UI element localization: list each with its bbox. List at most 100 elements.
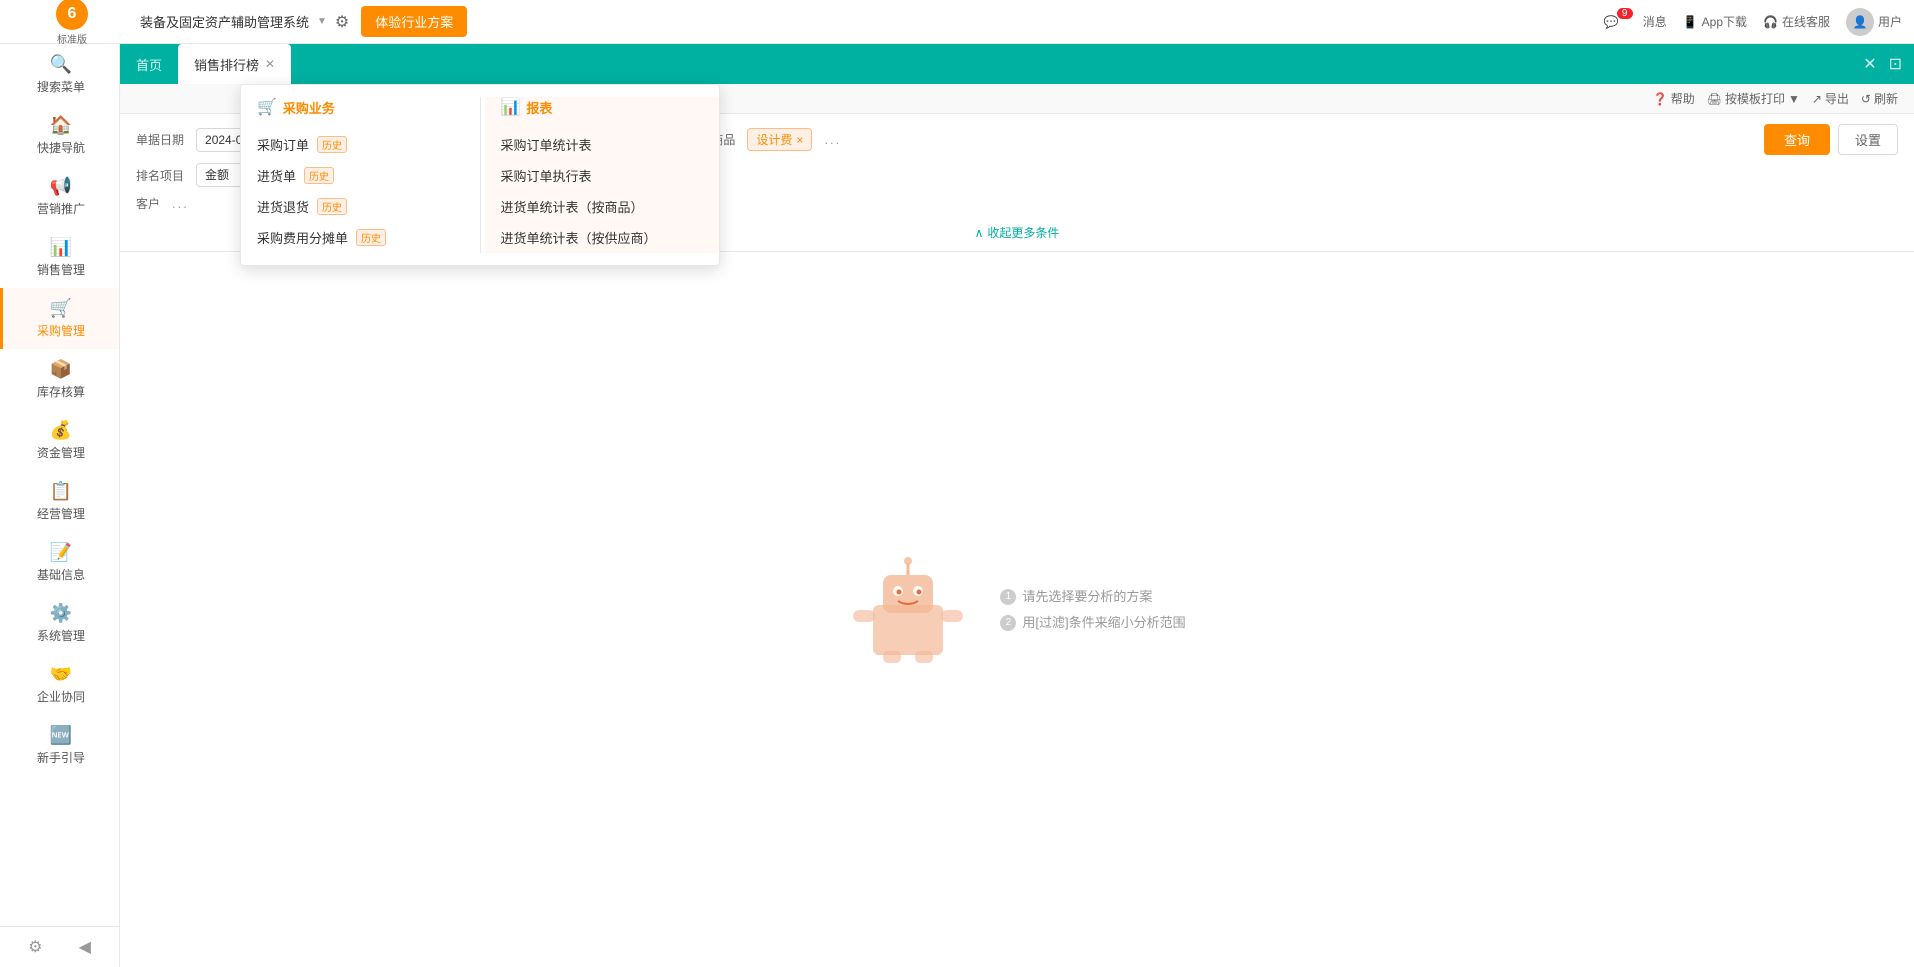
query-btn[interactable]: 查询 xyxy=(1764,124,1830,155)
sidebar-item-purchase[interactable]: 🛒 采购管理 xyxy=(0,288,119,349)
print-icon: 🖨 xyxy=(1707,92,1722,106)
print-dropdown-icon[interactable]: ▼ xyxy=(1788,92,1800,106)
empty-hints: 1 请先选择要分析的方案 2 用[过滤]条件来缩小分析范围 xyxy=(1000,584,1185,636)
sidebar-item-system[interactable]: ⚙️ 系统管理 xyxy=(0,593,119,654)
sidebar-item-label: 系统管理 xyxy=(37,627,85,644)
dropdown-item-purchase-return[interactable]: 进货退货 历史 xyxy=(257,191,460,222)
purchase-title-icon: 🛒 xyxy=(257,97,277,117)
logo-text: 标准版 xyxy=(57,31,87,46)
export-icon: ↗ xyxy=(1812,92,1822,106)
hint-item-2: 2 用[过滤]条件来缩小分析范围 xyxy=(1000,610,1185,636)
online-service-action[interactable]: 🎧 在线客服 xyxy=(1763,13,1830,30)
note-icon: 📝 xyxy=(50,542,72,563)
dropdown-item-purchase-order-exec[interactable]: 采购订单执行表 xyxy=(501,160,704,191)
user-label: 用户 xyxy=(1878,13,1902,30)
hint-item-1: 1 请先选择要分析的方案 xyxy=(1000,584,1185,610)
search-icon: 🔍 xyxy=(50,54,72,75)
sidebar-item-label: 资金管理 xyxy=(37,444,85,461)
sidebar-item-label: 采购管理 xyxy=(37,322,85,339)
industry-btn[interactable]: 体验行业方案 xyxy=(361,6,467,37)
sidebar-item-label: 快捷导航 xyxy=(37,139,85,156)
purchase-dropdown-menu: 🛒 采购业务 采购订单 历史 进货单 历史 进货退货 历史 xyxy=(240,84,720,266)
sidebar-item-search[interactable]: 🔍 搜索菜单 xyxy=(0,44,119,105)
sidebar-item-guide[interactable]: 🆕 新手引导 xyxy=(0,715,119,776)
settings-icon[interactable]: ⚙ xyxy=(335,12,349,32)
sidebar-item-inventory[interactable]: 📦 库存核算 xyxy=(0,349,119,410)
sidebar-item-baseinfo[interactable]: 📝 基础信息 xyxy=(0,532,119,593)
megaphone-icon: 📢 xyxy=(50,176,72,197)
customer-more-dots: ... xyxy=(172,196,189,211)
tab-expand-btn[interactable]: ⊡ xyxy=(1885,50,1906,78)
dropdown-purchase-title: 🛒 采购业务 xyxy=(257,97,460,117)
set-btn[interactable]: 设置 xyxy=(1838,124,1898,155)
system-title-area: 装备及固定资产辅助管理系统 ▼ ⚙ 体验行业方案 xyxy=(140,6,1604,37)
online-service-label: 在线客服 xyxy=(1782,13,1830,30)
sidebar-item-label: 营销推广 xyxy=(37,200,85,217)
tab-close-icon[interactable]: ✕ xyxy=(265,57,275,71)
sidebar: 🔍 搜索菜单 🏠 快捷导航 📢 营销推广 📊 销售管理 🛒 采购管理 📦 库存核… xyxy=(0,44,120,967)
history-badge: 历史 xyxy=(304,167,334,184)
collapse-icon: ∧ xyxy=(975,226,984,240)
report-title-icon: 📊 xyxy=(501,97,521,117)
dropdown-purchase-col: 🛒 采购业务 采购订单 历史 进货单 历史 进货退货 历史 xyxy=(241,97,476,253)
print-action[interactable]: 🖨 按模板打印 ▼ xyxy=(1707,90,1800,107)
sidebar-item-quicknav[interactable]: 🏠 快捷导航 xyxy=(0,105,119,166)
sidebar-bottom: ⚙ ◀ xyxy=(0,926,119,967)
dropdown-item-purchase-order[interactable]: 采购订单 历史 xyxy=(257,129,460,160)
content-area: 首页 销售排行榜 ✕ ✕ ⊡ 🛒 采购业务 采购订单 xyxy=(120,44,1914,967)
system-dropdown-icon[interactable]: ▼ xyxy=(317,16,327,27)
dropdown-item-purchase-expense[interactable]: 采购费用分摊单 历史 xyxy=(257,222,460,253)
dropdown-item-purchase-arrival[interactable]: 进货单 历史 xyxy=(257,160,460,191)
refresh-action[interactable]: ↺ 刷新 xyxy=(1861,90,1898,107)
gear-icon: ⚙️ xyxy=(50,603,72,624)
goods-more-dots: ... xyxy=(824,132,841,147)
dropdown-item-purchase-order-stat[interactable]: 采购订单统计表 xyxy=(501,129,704,160)
help-action[interactable]: ❓ 帮助 xyxy=(1653,90,1695,107)
dropdown-report-col: 📊 报表 采购订单统计表 采购订单执行表 进货单统计表（按商品） 进货单统计表（… xyxy=(485,97,720,253)
date-label: 单据日期 xyxy=(136,131,184,148)
new-icon: 🆕 xyxy=(50,725,72,746)
tab-close-btn[interactable]: ✕ xyxy=(1859,50,1880,78)
main-layout: 🔍 搜索菜单 🏠 快捷导航 📢 营销推广 📊 销售管理 🛒 采购管理 📦 库存核… xyxy=(0,44,1914,967)
money-icon: 💰 xyxy=(50,420,72,441)
app-download-action[interactable]: 📱 App下载 xyxy=(1683,13,1747,30)
sidebar-item-sales[interactable]: 📊 销售管理 xyxy=(0,227,119,288)
sidebar-settings-icon[interactable]: ⚙ xyxy=(28,937,42,957)
sidebar-item-label: 销售管理 xyxy=(37,261,85,278)
tab-home[interactable]: 首页 xyxy=(120,44,178,84)
sidebar-item-marketing[interactable]: 📢 营销推广 xyxy=(0,166,119,227)
goods-tag-close[interactable]: × xyxy=(796,133,803,147)
empty-state: 1 请先选择要分析的方案 2 用[过滤]条件来缩小分析范围 xyxy=(120,252,1914,967)
sidebar-collapse-icon[interactable]: ◀ xyxy=(79,937,91,957)
logo-area: 6 标准版 xyxy=(12,0,132,46)
tab-bar: 首页 销售排行榜 ✕ ✕ ⊡ 🛒 采购业务 采购订单 xyxy=(120,44,1914,84)
avatar: 👤 xyxy=(1846,8,1874,36)
dropdown-item-arrival-stat-goods[interactable]: 进货单统计表（按商品） xyxy=(501,191,704,222)
tab-sales-ranking[interactable]: 销售排行榜 ✕ xyxy=(178,44,291,84)
sidebar-item-enterprise[interactable]: 🤝 企业协同 xyxy=(0,654,119,715)
dropdown-divider xyxy=(480,97,481,253)
tab-bar-right: ✕ ⊡ xyxy=(1859,50,1914,78)
sidebar-item-operations[interactable]: 📋 经营管理 xyxy=(0,471,119,532)
collapse-btn[interactable]: ∧ 收起更多条件 xyxy=(975,224,1060,241)
customer-label: 客户 xyxy=(136,195,160,212)
sidebar-item-label: 经营管理 xyxy=(37,505,85,522)
message-label: 消息 xyxy=(1643,13,1667,30)
ranking-label: 排名项目 xyxy=(136,167,184,184)
history-badge: 历史 xyxy=(317,136,347,153)
export-action[interactable]: ↗ 导出 xyxy=(1812,90,1849,107)
sidebar-item-finance[interactable]: 💰 资金管理 xyxy=(0,410,119,471)
cart-icon: 🛒 xyxy=(50,298,72,319)
hint-text-2: 用[过滤]条件来缩小分析范围 xyxy=(1022,610,1185,636)
user-action[interactable]: 👤 用户 xyxy=(1846,8,1902,36)
empty-illustration xyxy=(848,555,968,665)
top-header: 6 标准版 装备及固定资产辅助管理系统 ▼ ⚙ 体验行业方案 💬 9 消息 📱 … xyxy=(0,0,1914,44)
goods-tag: 设计费 × xyxy=(747,128,812,151)
box-icon: 📦 xyxy=(50,359,72,380)
dropdown-item-arrival-stat-supplier[interactable]: 进货单统计表（按供应商） xyxy=(501,222,704,253)
chart-icon: 📊 xyxy=(50,237,72,258)
message-action[interactable]: 💬 9 消息 xyxy=(1604,13,1667,30)
message-badge: 9 xyxy=(1617,8,1633,19)
goods-tag-text: 设计费 xyxy=(756,131,792,148)
help-icon: ❓ xyxy=(1653,92,1668,106)
